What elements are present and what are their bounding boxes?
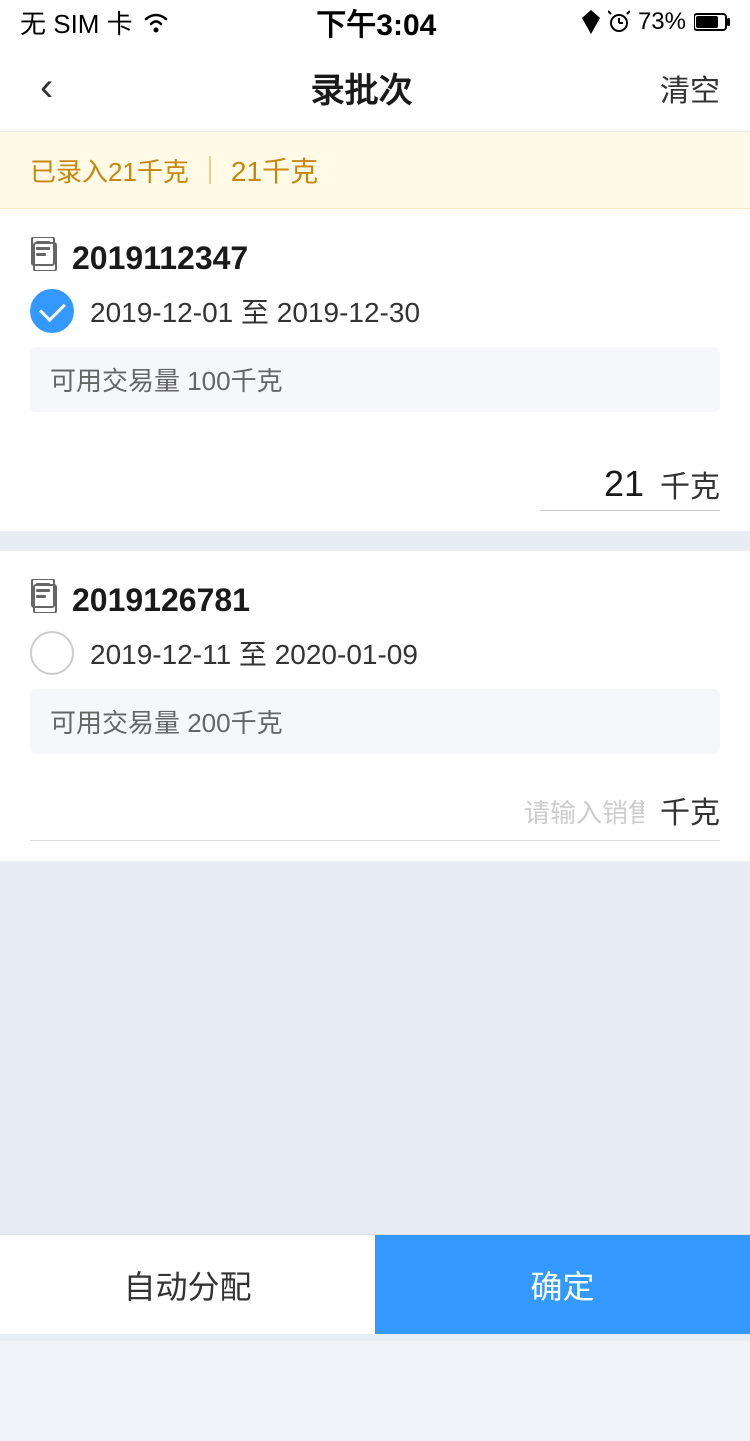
info-value: 21千克 [231, 150, 318, 190]
quantity-line-2: 千克 [30, 788, 720, 841]
availability-1: 可用交易量 100千克 [30, 347, 720, 412]
batch-id-1: 2019112347 [72, 240, 248, 277]
location-icon [582, 10, 600, 34]
info-banner: 已录入21千克 21千克 [0, 132, 750, 209]
status-bar: 无 SIM 卡 下午3:04 73% [0, 0, 750, 44]
quantity-row-1: 千克 [0, 446, 750, 510]
auto-distribute-button[interactable]: 自动分配 [0, 1235, 375, 1334]
section-separator [0, 531, 750, 551]
batch-item-1: 2019112347 2019-12-01 至 2019-12-30 可用交易量… [0, 209, 750, 446]
info-divider [209, 156, 211, 184]
quantity-input-2[interactable] [524, 789, 644, 831]
status-right: 73% [582, 8, 730, 36]
availability-2: 可用交易量 200千克 [30, 689, 720, 754]
quantity-input-1[interactable] [524, 463, 644, 505]
info-label: 已录入21千克 [30, 152, 189, 189]
check-circle-1[interactable] [30, 289, 74, 333]
no-sim-label: 无 SIM 卡 [20, 4, 133, 41]
nav-bar: ‹ 录批次 清空 [0, 44, 750, 132]
batch-date-1: 2019-12-01 至 2019-12-30 [90, 291, 420, 331]
batch-date-row-1[interactable]: 2019-12-01 至 2019-12-30 [30, 289, 720, 333]
batch-date-2: 2019-12-11 至 2020-01-09 [90, 633, 418, 673]
confirm-button[interactable]: 确定 [375, 1235, 750, 1334]
quantity-unit-1: 千克 [660, 462, 720, 506]
wifi-icon [141, 11, 171, 33]
alarm-icon [608, 10, 630, 34]
page-title: 录批次 [311, 63, 413, 112]
status-time: 下午3:04 [316, 0, 436, 44]
batch-date-row-2[interactable]: 2019-12-11 至 2020-01-09 [30, 631, 720, 675]
battery-icon [694, 13, 730, 31]
check-circle-2[interactable] [30, 631, 74, 675]
doc-icon-1 [30, 237, 60, 279]
status-left: 无 SIM 卡 [20, 4, 171, 41]
batch-item-2: 2019126781 2019-12-11 至 2020-01-09 可用交易量… [0, 551, 750, 788]
clear-button[interactable]: 清空 [660, 66, 720, 110]
quantity-area-2: 千克 [0, 788, 750, 861]
batch-header-2: 2019126781 [30, 579, 720, 621]
doc-icon-2 [30, 579, 60, 621]
back-button[interactable]: ‹ [30, 55, 63, 120]
quantity-unit-2: 千克 [660, 788, 720, 832]
batch-header-1: 2019112347 [30, 237, 720, 279]
bottom-bar: 自动分配 确定 [0, 1234, 750, 1334]
battery-label: 73% [638, 8, 686, 36]
batch-id-2: 2019126781 [72, 582, 250, 619]
